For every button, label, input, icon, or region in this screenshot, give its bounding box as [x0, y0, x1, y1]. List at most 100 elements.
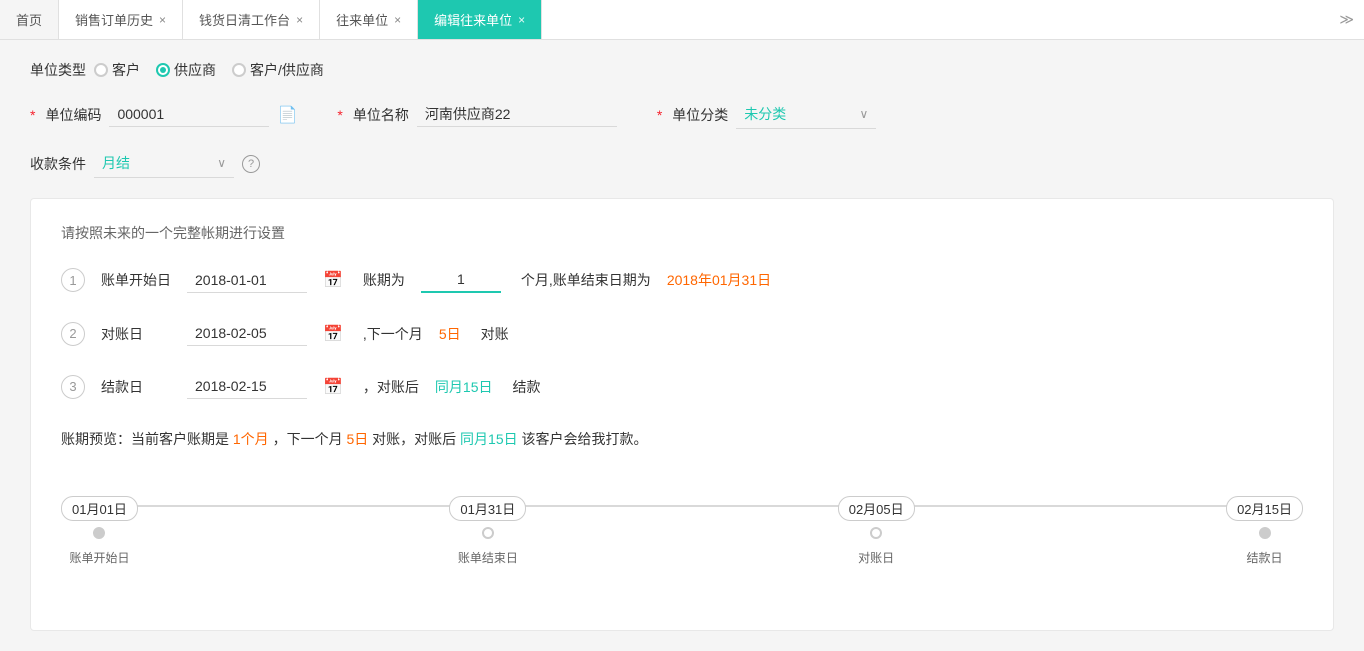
- step-3-row: 3 结款日 📅 ，对账后 同月15日 结款: [61, 374, 1303, 399]
- step-1-date-input[interactable]: [187, 268, 307, 293]
- tl-date-box-0: 01月01日: [61, 496, 138, 521]
- tab-edit-partner-label: 编辑往来单位: [434, 10, 512, 29]
- timeline-point-1: 01月31日 账单结束日: [449, 496, 526, 566]
- step-3-num: 3: [61, 375, 85, 399]
- preview-sep1: ，下一个月: [273, 431, 343, 447]
- step-2-date-input[interactable]: [187, 321, 307, 346]
- radio-customer-supplier-label: 客户/供应商: [250, 60, 324, 80]
- tab-expand-btn[interactable]: ≫: [1329, 0, 1364, 39]
- timeline: 01月01日 账单开始日 01月31日 账单结束日 02月05日 对账日 02月…: [61, 476, 1303, 606]
- timeline-point-2: 02月05日 对账日: [838, 496, 915, 566]
- close-sales-order-history[interactable]: ×: [159, 13, 166, 27]
- preview-day: 5日: [346, 431, 368, 447]
- step-3-suffix-before: ，对账后: [363, 377, 419, 397]
- payment-terms-label: 收款条件: [30, 154, 86, 174]
- unit-name-star: *: [337, 107, 342, 123]
- unit-name-input[interactable]: [417, 102, 617, 127]
- step-3-suffix-highlight: 同月15日: [435, 377, 493, 397]
- payment-terms-select[interactable]: 月结 ∨: [94, 149, 234, 178]
- step-1-cal-icon[interactable]: 📅: [323, 270, 343, 290]
- unit-code-icon[interactable]: 📄: [277, 105, 297, 125]
- tab-bar: 首页 销售订单历史 × 钱货日清工作台 × 往来单位 × 编辑往来单位 × ≫: [0, 0, 1364, 40]
- unit-code-label: 单位编码: [45, 105, 101, 125]
- step-1-period-unit: 个月,账单结束日期为: [521, 270, 651, 290]
- settings-card: 请按照未来的一个完整帐期进行设置 1 账单开始日 📅 账期为 个月,账单结束日期…: [30, 198, 1334, 631]
- preview-label: 账期预览：当前客户账期是: [61, 431, 229, 447]
- unit-type-field: 单位类型 客户 供应商 客户/供应商: [30, 60, 324, 80]
- tl-label-1: 账单结束日: [458, 549, 518, 566]
- step-2-suffix-before: ,下一个月: [363, 324, 423, 344]
- tab-partner-unit[interactable]: 往来单位 ×: [320, 0, 418, 39]
- step-1-period-input[interactable]: [421, 267, 501, 293]
- payment-terms-value: 月结: [102, 153, 209, 173]
- unit-category-group: * 单位分类 未分类 ∨: [657, 100, 876, 129]
- tl-dot-1: [482, 527, 494, 539]
- unit-category-label: 单位分类: [672, 105, 728, 125]
- tl-dot-3: [1259, 527, 1271, 539]
- card-hint: 请按照未来的一个完整帐期进行设置: [61, 223, 1303, 243]
- step-3-cal-icon[interactable]: 📅: [323, 377, 343, 397]
- unit-type-radio-group: 客户 供应商 客户/供应商: [94, 60, 324, 80]
- preview-mid: 对账，对账后: [372, 431, 456, 447]
- step-3-date-input[interactable]: [187, 374, 307, 399]
- tab-cash-work[interactable]: 钱货日清工作台 ×: [183, 0, 320, 39]
- unit-category-value: 未分类: [744, 104, 851, 124]
- unit-code-input[interactable]: [109, 102, 269, 127]
- unit-code-group: * 单位编码 📄: [30, 102, 297, 127]
- step-2-num: 2: [61, 322, 85, 346]
- tab-cash-work-label: 钱货日清工作台: [199, 10, 290, 29]
- radio-supplier-label: 供应商: [174, 60, 216, 80]
- payment-terms-row: 收款条件 月结 ∨ ?: [30, 149, 1334, 178]
- unit-type-row: 单位类型 客户 供应商 客户/供应商: [30, 60, 1334, 80]
- tab-sales-order-history[interactable]: 销售订单历史 ×: [59, 0, 183, 39]
- preview-tail: 该客户会给我打款。: [522, 431, 648, 447]
- step-1-num: 1: [61, 268, 85, 292]
- radio-customer[interactable]: 客户: [94, 60, 140, 80]
- radio-customer-supplier-circle: [232, 63, 246, 77]
- step-2-cal-icon[interactable]: 📅: [323, 324, 343, 344]
- radio-customer-supplier[interactable]: 客户/供应商: [232, 60, 324, 80]
- unit-type-label: 单位类型: [30, 60, 86, 80]
- unit-name-label: 单位名称: [353, 105, 409, 125]
- unit-category-star: *: [657, 107, 662, 123]
- step-1-label: 账单开始日: [101, 270, 171, 290]
- payment-terms-group: 收款条件 月结 ∨ ?: [30, 149, 260, 178]
- tl-date-box-2: 02月05日: [838, 496, 915, 521]
- radio-supplier-circle: [156, 63, 170, 77]
- payment-terms-help[interactable]: ?: [242, 155, 260, 173]
- close-cash-work[interactable]: ×: [296, 13, 303, 27]
- payment-terms-arrow: ∨: [217, 156, 226, 170]
- preview-end-day: 同月15日: [460, 431, 518, 447]
- tl-label-3: 结款日: [1247, 549, 1283, 566]
- unit-category-select[interactable]: 未分类 ∨: [736, 100, 876, 129]
- close-partner-unit[interactable]: ×: [394, 13, 401, 27]
- radio-customer-label: 客户: [112, 60, 140, 80]
- radio-supplier[interactable]: 供应商: [156, 60, 216, 80]
- step-2-label: 对账日: [101, 324, 171, 344]
- radio-customer-circle: [94, 63, 108, 77]
- unit-name-group: * 单位名称: [337, 102, 616, 127]
- step-1-period-label: 账期为: [363, 270, 405, 290]
- tab-home[interactable]: 首页: [0, 0, 59, 39]
- step-3-label: 结款日: [101, 377, 171, 397]
- unit-code-star: *: [30, 107, 35, 123]
- tl-date-box-3: 02月15日: [1226, 496, 1303, 521]
- preview-section: 账期预览：当前客户账期是 1个月 ，下一个月 5日 对账，对账后 同月15日 该…: [61, 427, 1303, 452]
- tl-dot-2: [870, 527, 882, 539]
- tab-home-label: 首页: [16, 10, 42, 29]
- tl-dot-0: [93, 527, 105, 539]
- tl-date-box-1: 01月31日: [449, 496, 526, 521]
- close-edit-partner[interactable]: ×: [518, 13, 525, 27]
- timeline-points: 01月01日 账单开始日 01月31日 账单结束日 02月05日 对账日 02月…: [61, 496, 1303, 566]
- expand-icon: ≫: [1339, 11, 1354, 28]
- preview-month: 1个月: [233, 431, 269, 447]
- step-1-period-end: 2018年01月31日: [667, 270, 771, 290]
- timeline-point-3: 02月15日 结款日: [1226, 496, 1303, 566]
- tab-edit-partner[interactable]: 编辑往来单位 ×: [418, 0, 542, 39]
- tl-label-0: 账单开始日: [69, 549, 129, 566]
- tab-partner-unit-label: 往来单位: [336, 10, 388, 29]
- tab-sales-order-history-label: 销售订单历史: [75, 10, 153, 29]
- step-1-row: 1 账单开始日 📅 账期为 个月,账单结束日期为 2018年01月31日: [61, 267, 1303, 293]
- timeline-point-0: 01月01日 账单开始日: [61, 496, 138, 566]
- step-2-row: 2 对账日 📅 ,下一个月 5日 对账: [61, 321, 1303, 346]
